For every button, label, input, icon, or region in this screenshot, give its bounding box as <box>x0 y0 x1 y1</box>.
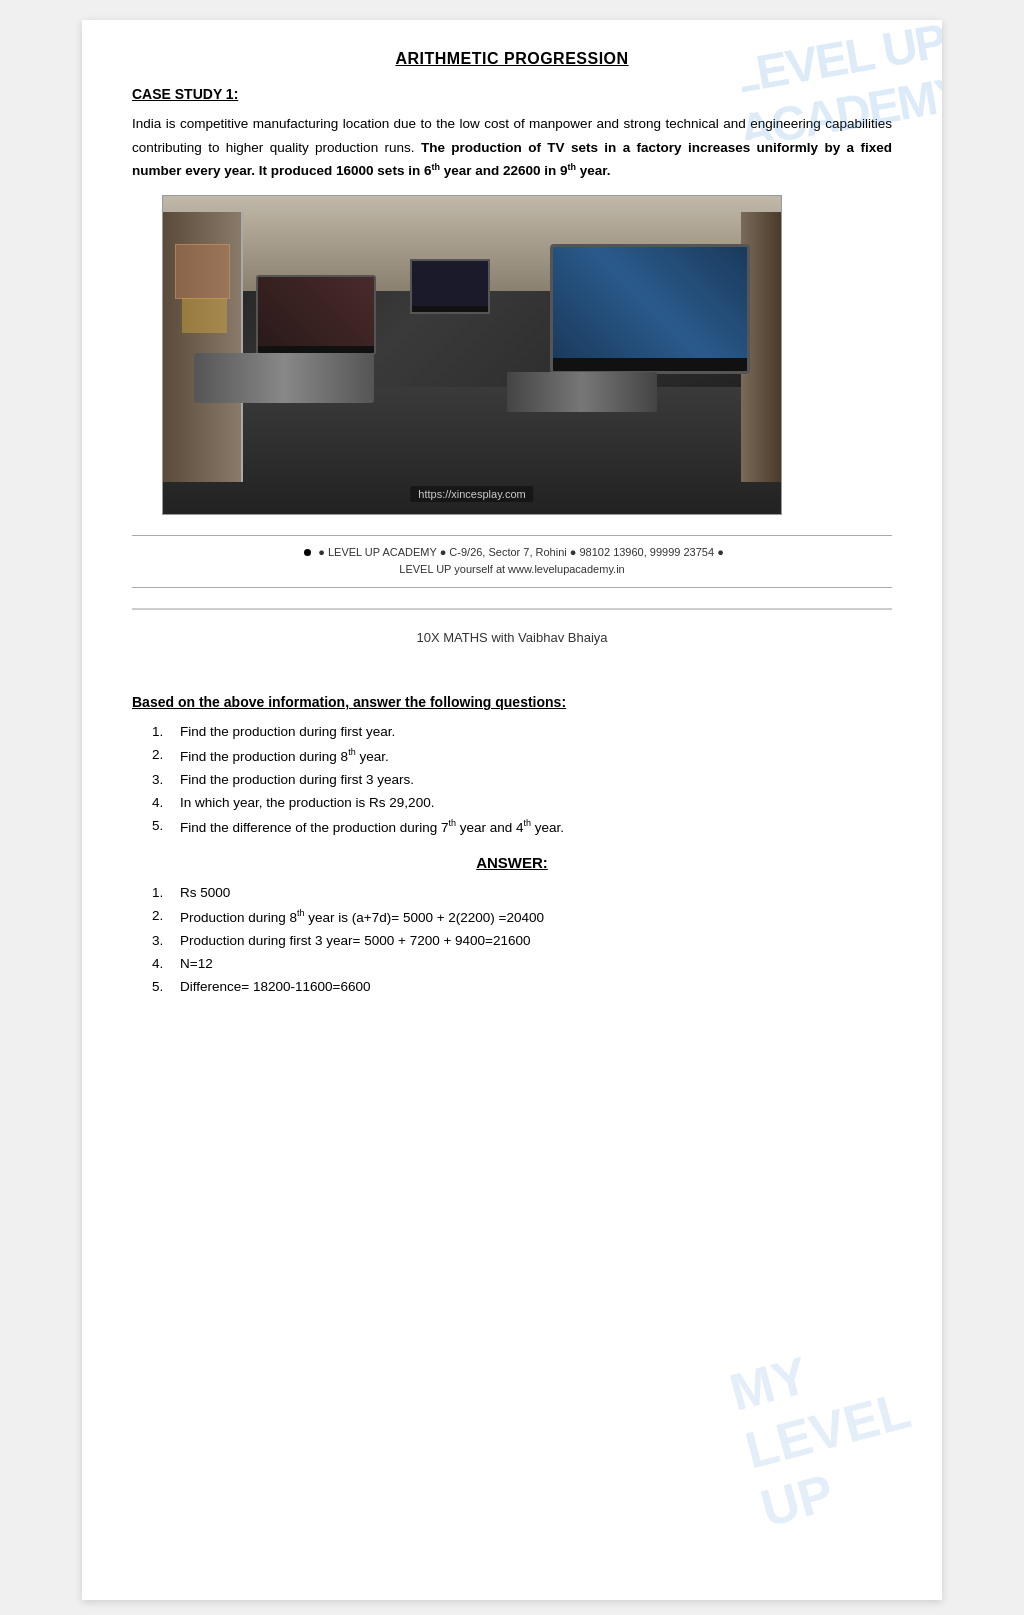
answers-list: 1. Rs 5000 2. Production during 8th year… <box>152 885 892 994</box>
footer-bar: ● LEVEL UP ACADEMY ● C-9/26, Sector 7, R… <box>132 535 892 588</box>
watermark-bottom: MYLEVELUP <box>724 1321 932 1538</box>
case-study-heading: CASE STUDY 1: <box>132 86 892 102</box>
subtitle: 10X MATHS with Vaibhav Bhaiya <box>132 630 892 645</box>
section-divider <box>132 608 892 610</box>
questions-list: 1. Find the production during first year… <box>152 724 892 834</box>
answer-2: 2. Production during 8th year is (a+7d)=… <box>152 908 892 925</box>
tv-factory-image: https://xincesplay.com <box>162 195 782 515</box>
dot-icon <box>304 549 311 556</box>
based-on-heading: Based on the above information, answer t… <box>132 694 892 710</box>
question-3: 3. Find the production during first 3 ye… <box>152 772 892 787</box>
intro-paragraph: India is competitive manufacturing locat… <box>132 112 892 183</box>
page-title: ARITHMETIC PROGRESSION <box>132 50 892 68</box>
answer-1: 1. Rs 5000 <box>152 885 892 900</box>
answer-3: 3. Production during first 3 year= 5000 … <box>152 933 892 948</box>
question-4: 4. In which year, the production is Rs 2… <box>152 795 892 810</box>
answer-4: 4. N=12 <box>152 956 892 971</box>
image-url-text: https://xincesplay.com <box>410 486 533 502</box>
answer-5: 5. Difference= 18200-11600=6600 <box>152 979 892 994</box>
answer-heading: ANSWER: <box>132 854 892 871</box>
footer-line2: LEVEL UP yourself at www.levelupacademy.… <box>132 561 892 579</box>
question-1: 1. Find the production during first year… <box>152 724 892 739</box>
page: LEVEL UPACADEMY ARITHMETIC PROGRESSION C… <box>82 20 942 1600</box>
footer-line1: ● LEVEL UP ACADEMY ● C-9/26, Sector 7, R… <box>132 544 892 562</box>
question-2: 2. Find the production during 8th year. <box>152 747 892 764</box>
question-5: 5. Find the difference of the production… <box>152 818 892 835</box>
